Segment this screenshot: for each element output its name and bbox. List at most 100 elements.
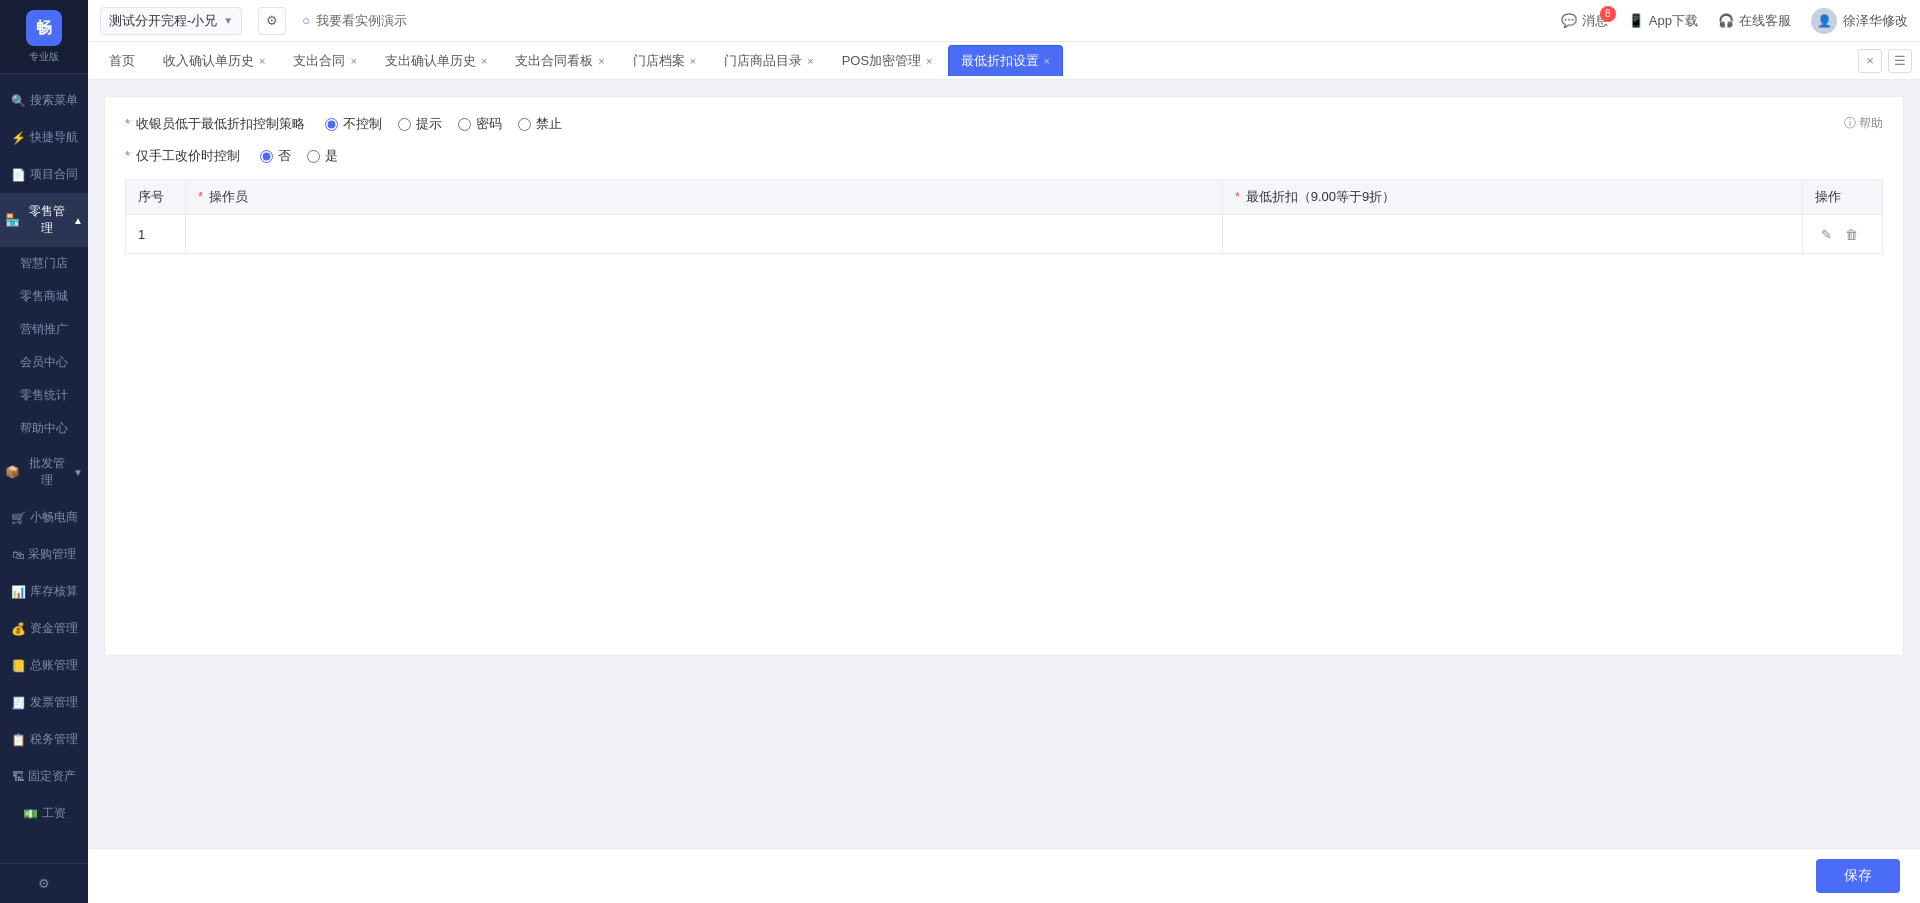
demo-text: 我要看实例演示 [316,12,407,30]
sidebar-footer-settings[interactable]: ⚙ [0,863,88,903]
radio-yes[interactable]: 是 [307,147,338,165]
sidebar-item-wholesale[interactable]: 📦 批发管理 ▼ [0,445,88,499]
cashier-policy-options: 不控制 提示 密码 禁止 [325,115,562,133]
tab-expense-contract[interactable]: 支出合同 × [280,45,369,76]
sidebar-sub-label: 零售商城 [20,289,68,303]
sidebar-item-retail-stats[interactable]: 零售统计 [0,379,88,412]
online-service-label: 在线客服 [1739,12,1791,30]
delete-button[interactable]: 🗑 [1841,223,1863,245]
sidebar-item-tax[interactable]: 📋 税务管理 [0,721,88,758]
tab-close-icon[interactable]: × [259,56,265,67]
radio-label: 提示 [416,115,442,133]
radio-remind[interactable]: 提示 [398,115,442,133]
sidebar-item-finance[interactable]: 💰 资金管理 [0,610,88,647]
sidebar-item-label: 库存核算 [30,583,78,600]
table-header-row: 序号 * 操作员 * 最低折扣（9.00等于9折） 操作 [126,180,1883,215]
money-icon: 💰 [11,622,26,636]
tab-label: 最低折扣设置 [961,52,1039,70]
project-name: 测试分开完程-小兄 [109,12,217,30]
sidebar-nav: 🔍 搜索菜单 ⚡ 快捷导航 📄 项目合同 🏪 零售管理 ▲ 智慧门店 零售商城 … [0,74,88,863]
user-menu[interactable]: 👤 徐泽华修改 [1811,8,1908,34]
tab-label: 首页 [109,52,135,70]
tab-menu-button[interactable]: ☰ [1888,49,1912,73]
tab-label: 收入确认单历史 [163,52,254,70]
cell-min-discount [1223,215,1803,254]
tab-close-icon[interactable]: × [926,56,932,67]
topbar-settings-button[interactable]: ⚙ [258,7,286,35]
project-dropdown-icon: ▼ [223,15,233,26]
sidebar-sub-label: 智慧门店 [20,256,68,270]
cell-actions: ✎ 🗑 [1803,215,1883,254]
tabs-controls: × ☰ [1858,49,1912,73]
sidebar-item-search[interactable]: 🔍 搜索菜单 [0,82,88,119]
sidebar-item-fixed-asset[interactable]: 🏗 固定资产 [0,758,88,795]
edit-button[interactable]: ✎ [1815,223,1837,245]
sidebar-item-ecommerce[interactable]: 🛒 小畅电商 [0,499,88,536]
sidebar-item-label: 总账管理 [30,657,78,674]
sidebar-item-inventory[interactable]: 📊 库存核算 [0,573,88,610]
discount-table: 序号 * 操作员 * 最低折扣（9.00等于9折） 操作 [125,179,1883,254]
tab-close-icon[interactable]: × [1044,56,1050,67]
sidebar-item-label: 资金管理 [30,620,78,637]
tabs-bar: 首页 收入确认单历史 × 支出合同 × 支出确认单历史 × 支出合同看板 × 门… [88,42,1920,80]
tab-pos-encrypt[interactable]: POS加密管理 × [829,45,946,76]
radio-label: 禁止 [536,115,562,133]
manual-price-label: * 仅手工改价时控制 [125,147,240,165]
tab-home[interactable]: 首页 [96,45,148,76]
tab-close-icon[interactable]: × [350,56,356,67]
message-icon: 💬 [1561,13,1577,28]
cart-icon: 🛒 [11,511,26,525]
radio-prohibit[interactable]: 禁止 [518,115,562,133]
tab-close-icon[interactable]: × [598,56,604,67]
tab-expense-history[interactable]: 支出确认单历史 × [372,45,500,76]
sidebar-logo: 畅 专业版 [0,0,88,74]
manual-price-row: * 仅手工改价时控制 否 是 [125,147,1883,165]
tab-income-history[interactable]: 收入确认单历史 × [150,45,278,76]
sidebar-sub-label: 营销推广 [20,322,68,336]
gear-icon: ⚙ [266,13,278,28]
sidebar-item-retail[interactable]: 🏪 零售管理 ▲ [0,193,88,247]
help-label: 帮助 [1859,115,1883,132]
sidebar-item-purchase[interactable]: 🛍 采购管理 [0,536,88,573]
sidebar-item-shortcut[interactable]: ⚡ 快捷导航 [0,119,88,156]
app-download-button[interactable]: 📱 App下载 [1628,12,1698,30]
sidebar-item-help-center[interactable]: 帮助中心 [0,412,88,445]
doc-icon: 📄 [11,168,26,182]
demo-button[interactable]: ○ 我要看实例演示 [302,12,407,30]
settings-icon: ⚙ [38,876,50,891]
main-area: 测试分开完程-小兄 ▼ ⚙ ○ 我要看实例演示 💬 消息 8 📱 App下载 🎧… [88,0,1920,903]
tab-close-icon[interactable]: × [807,56,813,67]
tab-label: 门店档案 [633,52,685,70]
tab-store-catalog[interactable]: 门店商品目录 × [711,45,826,76]
save-button[interactable]: 保存 [1816,859,1900,893]
sidebar-item-smart-store[interactable]: 智慧门店 [0,247,88,280]
tab-expense-board[interactable]: 支出合同看板 × [502,45,617,76]
sidebar-item-retail-mall[interactable]: 零售商城 [0,280,88,313]
tab-close-button[interactable]: × [1858,49,1882,73]
radio-no-control[interactable]: 不控制 [325,115,382,133]
help-icon: ⓘ [1844,115,1856,132]
sidebar-item-invoice[interactable]: 🧾 发票管理 [0,684,88,721]
sidebar-item-marketing[interactable]: 营销推广 [0,313,88,346]
box-icon: 📦 [5,465,20,479]
service-icon: 🎧 [1718,13,1734,28]
radio-password[interactable]: 密码 [458,115,502,133]
sidebar-item-ledger[interactable]: 📒 总账管理 [0,647,88,684]
message-badge: 8 [1600,6,1616,22]
col-header-min-discount: * 最低折扣（9.00等于9折） [1223,180,1803,215]
tab-store-profile[interactable]: 门店档案 × [620,45,709,76]
tab-close-icon[interactable]: × [690,56,696,67]
radio-no[interactable]: 否 [260,147,291,165]
tab-min-discount[interactable]: 最低折扣设置 × [948,45,1063,76]
online-service-button[interactable]: 🎧 在线客服 [1718,12,1791,30]
sidebar-item-payroll[interactable]: 💵 工资 [0,795,88,832]
sidebar-item-contract[interactable]: 📄 项目合同 [0,156,88,193]
sidebar-item-member-center[interactable]: 会员中心 [0,346,88,379]
project-selector[interactable]: 测试分开完程-小兄 ▼ [100,7,242,35]
ledger-icon: 📒 [11,659,26,673]
message-button[interactable]: 💬 消息 8 [1561,12,1608,30]
tab-close-icon[interactable]: × [481,56,487,67]
help-link[interactable]: ⓘ 帮助 [1844,115,1883,132]
sidebar-item-label: 采购管理 [28,546,76,563]
sidebar-item-label: 批发管理 [24,455,69,489]
